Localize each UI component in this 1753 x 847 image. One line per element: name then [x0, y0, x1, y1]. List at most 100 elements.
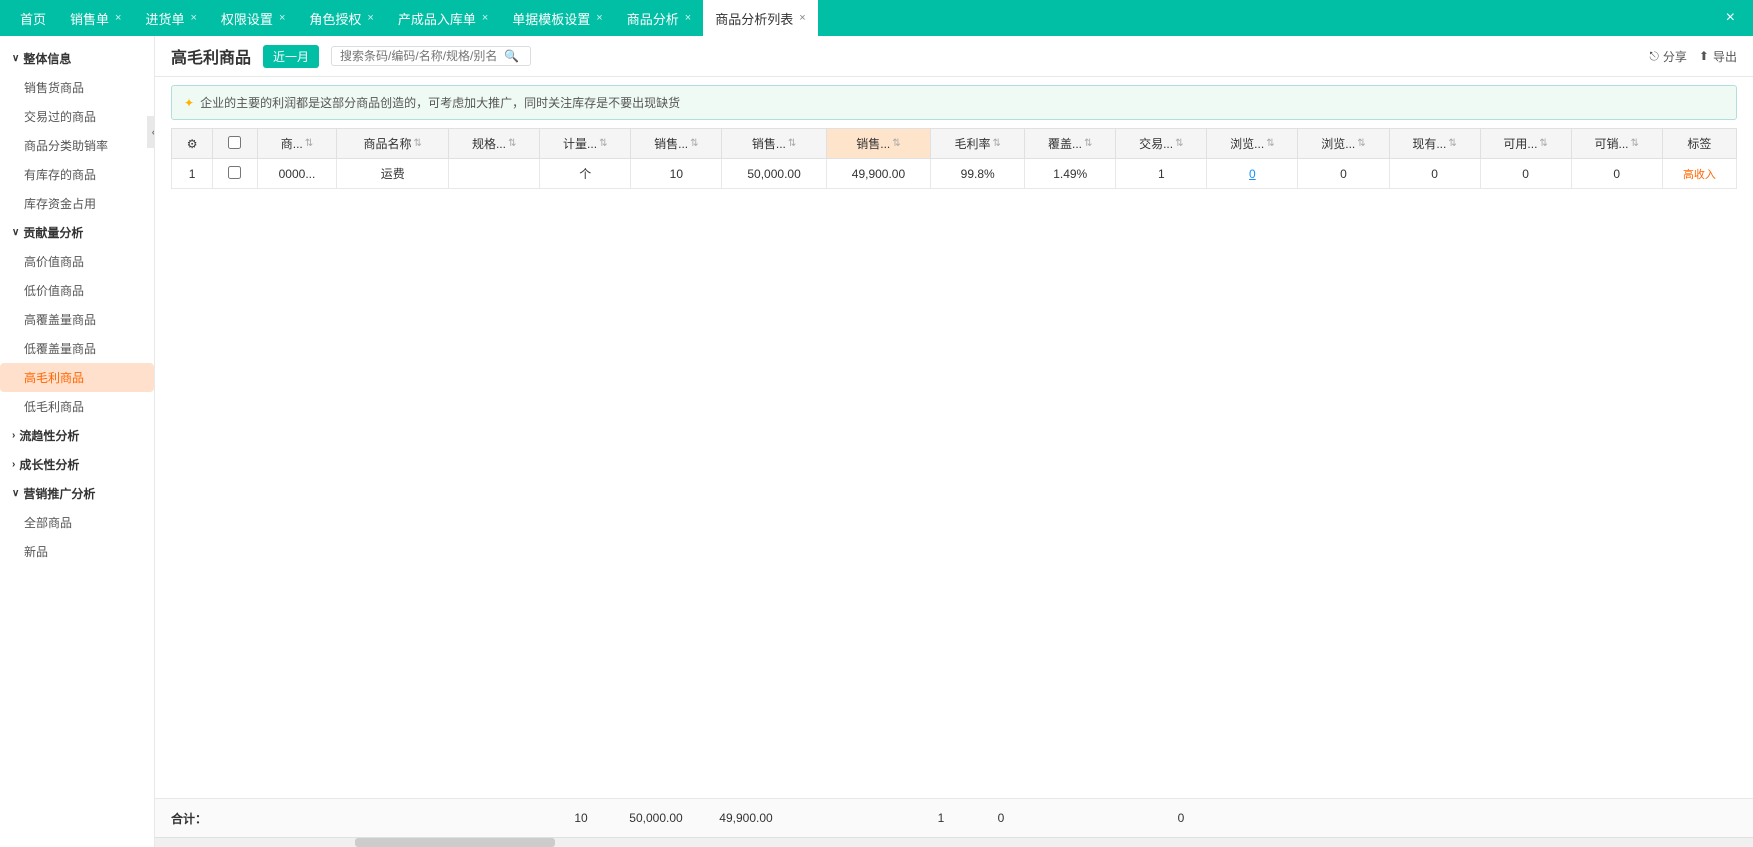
cell-sales-profit: 49,900.00 — [826, 159, 930, 189]
sidebar-collapse-button[interactable]: « — [147, 116, 155, 148]
cell-code: 0000... — [257, 159, 337, 189]
search-box: 🔍 — [331, 46, 531, 66]
nav-item-product-analysis[interactable]: 商品分析 × — [615, 0, 703, 36]
search-input[interactable] — [340, 49, 500, 63]
nav-item-sales[interactable]: 销售单 × — [58, 0, 133, 36]
sort-icon-coverage[interactable]: ⇅ — [1084, 138, 1092, 149]
sidebar-item-stock-capital[interactable]: 库存资金占用 — [0, 189, 154, 218]
export-button[interactable]: ⬆ 导出 — [1699, 48, 1737, 65]
share-icon: ⎋ — [1649, 49, 1659, 64]
nav-close-template-settings[interactable]: × — [596, 12, 602, 24]
col-available: 可用...⇅ — [1480, 129, 1571, 159]
close-app-button[interactable]: × — [1716, 9, 1745, 27]
cell-view1[interactable]: 0 — [1207, 159, 1298, 189]
nav-item-analysis-list[interactable]: 商品分析列表 × — [703, 0, 817, 36]
sort-icon-gross-margin[interactable]: ⇅ — [992, 138, 1000, 149]
sort-icon-available[interactable]: ⇅ — [1539, 138, 1547, 149]
cell-sellable: 0 — [1571, 159, 1662, 189]
nav-item-permissions[interactable]: 权限设置 × — [209, 0, 297, 36]
sidebar-item-low-value[interactable]: 低价值商品 — [0, 276, 154, 305]
nav-item-roles[interactable]: 角色授权 × — [297, 0, 385, 36]
sort-icon-transaction[interactable]: ⇅ — [1175, 138, 1183, 149]
sidebar-section-contribution[interactable]: ∨ 贡献量分析 — [0, 218, 154, 247]
nav-close-product-analysis[interactable]: × — [685, 12, 691, 24]
col-current-stock: 现有...⇅ — [1389, 129, 1480, 159]
product-table: ⚙ 商...⇅ 商品名称⇅ 规格...⇅ 计量...⇅ 销售...⇅ 销售...… — [171, 128, 1737, 189]
sidebar-item-stock-goods[interactable]: 有库存的商品 — [0, 160, 154, 189]
nav-item-finished-goods[interactable]: 产成品入库单 × — [386, 0, 500, 36]
nav-item-template-settings[interactable]: 单据模板设置 × — [500, 0, 614, 36]
sidebar-item-traded-goods[interactable]: 交易过的商品 — [0, 102, 154, 131]
share-button[interactable]: ⎋ 分享 — [1649, 48, 1687, 65]
top-navigation: 首页 销售单 × 进货单 × 权限设置 × 角色授权 × 产成品入库单 × 单据… — [0, 0, 1753, 36]
nav-close-permissions[interactable]: × — [279, 12, 285, 24]
nav-close-roles[interactable]: × — [367, 12, 373, 24]
sort-icon-sales-profit[interactable]: ⇅ — [892, 138, 900, 149]
sidebar-section-growth[interactable]: › 成长性分析 — [0, 450, 154, 479]
chevron-right-icon: › — [12, 430, 15, 441]
sidebar-item-new-goods[interactable]: 新品 — [0, 537, 154, 566]
col-gross-margin: 毛利率⇅ — [931, 129, 1025, 159]
cell-view2: 0 — [1298, 159, 1389, 189]
sort-icon-spec[interactable]: ⇅ — [508, 138, 516, 149]
horizontal-scrollbar[interactable] — [155, 837, 1753, 847]
col-checkbox[interactable] — [213, 129, 257, 159]
sort-icon-unit[interactable]: ⇅ — [599, 138, 607, 149]
sidebar-item-sales-goods[interactable]: 销售货商品 — [0, 73, 154, 102]
col-sales-profit: 销售...⇅ — [826, 129, 930, 159]
search-icon[interactable]: 🔍 — [504, 49, 519, 63]
footer-empty-7 — [1031, 807, 1091, 829]
footer-empty-9 — [1211, 807, 1271, 829]
row-checkbox[interactable] — [228, 166, 241, 179]
footer-empty-6 — [851, 807, 911, 829]
cell-unit: 个 — [540, 159, 631, 189]
chevron-right-icon-2: › — [12, 459, 15, 470]
sidebar-item-low-coverage[interactable]: 低覆盖量商品 — [0, 334, 154, 363]
sidebar-item-high-margin[interactable]: 高毛利商品 — [0, 363, 154, 392]
sidebar-section-marketing[interactable]: ∨ 营销推广分析 — [0, 479, 154, 508]
sidebar-item-high-value[interactable]: 高价值商品 — [0, 247, 154, 276]
col-unit: 计量...⇅ — [540, 129, 631, 159]
sidebar-section-overall[interactable]: ∨ 整体信息 — [0, 44, 154, 73]
cell-spec — [449, 159, 540, 189]
nav-close-analysis-list[interactable]: × — [799, 12, 805, 24]
col-settings[interactable]: ⚙ — [172, 129, 213, 159]
table-container: ⚙ 商...⇅ 商品名称⇅ 规格...⇅ 计量...⇅ 销售...⇅ 销售...… — [155, 128, 1753, 798]
col-view1: 浏览...⇅ — [1207, 129, 1298, 159]
sidebar-item-category-rate[interactable]: 商品分类助销率 — [0, 131, 154, 160]
sidebar-section-trend[interactable]: › 流趋性分析 — [0, 421, 154, 450]
period-button[interactable]: 近一月 — [263, 45, 319, 68]
sort-icon-sales-amount[interactable]: ⇅ — [788, 138, 796, 149]
footer-available: 0 — [1151, 807, 1211, 829]
info-icon: ✦ — [184, 96, 194, 110]
footer-empty-1 — [251, 807, 331, 829]
cell-index: 1 — [172, 159, 213, 189]
footer-transaction: 1 — [911, 807, 971, 829]
cell-tag: 高收入 — [1662, 159, 1736, 189]
scrollbar-thumb[interactable] — [355, 838, 555, 847]
select-all-checkbox[interactable] — [228, 136, 241, 149]
nav-item-home[interactable]: 首页 — [8, 0, 58, 36]
cell-checkbox[interactable] — [213, 159, 257, 189]
sidebar-item-high-coverage[interactable]: 高覆盖量商品 — [0, 305, 154, 334]
footer-empty-4 — [491, 807, 551, 829]
sidebar-item-all-goods[interactable]: 全部商品 — [0, 508, 154, 537]
nav-close-sales[interactable]: × — [115, 12, 121, 24]
page-title: 高毛利商品 — [171, 44, 251, 68]
sort-icon-sellable[interactable]: ⇅ — [1631, 138, 1639, 149]
col-sellable: 可销...⇅ — [1571, 129, 1662, 159]
sort-icon-sales-qty[interactable]: ⇅ — [690, 138, 698, 149]
sort-icon-view2[interactable]: ⇅ — [1357, 138, 1365, 149]
sort-icon-name[interactable]: ⇅ — [414, 138, 422, 149]
footer-summary: 合计： 10 50,000.00 49,900.00 1 0 0 — [155, 798, 1753, 837]
sort-icon-view1[interactable]: ⇅ — [1266, 138, 1274, 149]
sidebar-item-low-margin[interactable]: 低毛利商品 — [0, 392, 154, 421]
sort-icon-code[interactable]: ⇅ — [305, 138, 313, 149]
sort-icon-current-stock[interactable]: ⇅ — [1448, 138, 1456, 149]
nav-item-purchase[interactable]: 进货单 × — [133, 0, 208, 36]
footer-sales-qty: 10 — [551, 807, 611, 829]
nav-close-purchase[interactable]: × — [190, 12, 196, 24]
cell-available: 0 — [1480, 159, 1571, 189]
col-sales-amount: 销售...⇅ — [722, 129, 826, 159]
nav-close-finished-goods[interactable]: × — [482, 12, 488, 24]
